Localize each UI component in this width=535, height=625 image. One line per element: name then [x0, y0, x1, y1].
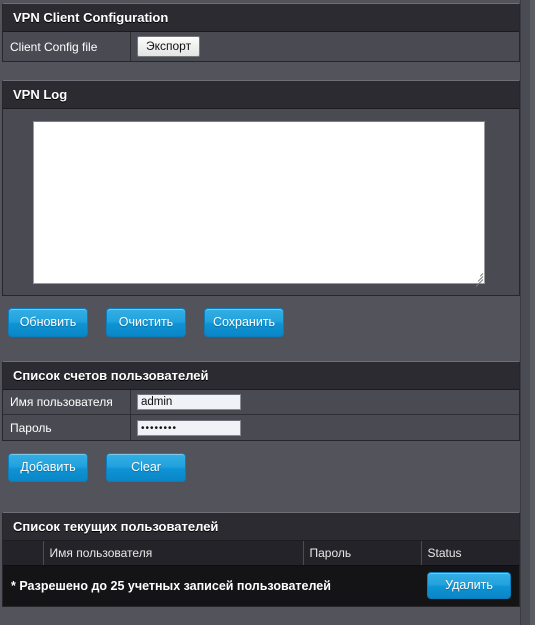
clear-form-button[interactable]: Clear	[106, 453, 186, 482]
content-column: VPN Client Configuration Client Config f…	[0, 0, 521, 607]
refresh-button[interactable]: Обновить	[8, 308, 88, 337]
resize-handle-icon[interactable]	[471, 270, 484, 287]
column-header-password: Пароль	[303, 541, 422, 566]
vpn-log-button-row: Обновить Очистить Сохранить	[0, 296, 521, 349]
panel-user-accounts: Список счетов пользователей Имя пользова…	[2, 361, 520, 441]
vpn-log-container	[3, 109, 519, 295]
column-header-status: Status	[421, 541, 519, 566]
label-username: Имя пользователя	[3, 390, 131, 414]
clear-log-button[interactable]: Очистить	[106, 308, 186, 337]
label-password: Пароль	[3, 415, 131, 440]
row-client-config-file: Client Config file Экспорт	[3, 32, 519, 61]
user-limit-note: * Разрешено до 25 учетных записей пользо…	[11, 578, 331, 593]
column-header-username: Имя пользователя	[43, 541, 304, 566]
field-password: ••••••••	[131, 415, 519, 440]
vpn-log-textarea[interactable]	[33, 121, 485, 287]
save-log-button[interactable]: Сохранить	[204, 308, 284, 337]
panel-current-users: Список текущих пользователей Имя пользов…	[2, 512, 520, 607]
panel-vpn-log: VPN Log	[2, 80, 520, 296]
right-gutter	[520, 0, 535, 625]
row-username: Имя пользователя	[3, 390, 519, 415]
page-root: VPN Client Configuration Client Config f…	[0, 0, 535, 625]
delete-user-button[interactable]: Удалить	[427, 572, 511, 599]
username-input[interactable]	[137, 394, 241, 410]
export-button[interactable]: Экспорт	[137, 36, 201, 57]
section-gap-2	[0, 349, 521, 361]
current-users-footer: * Разрешено до 25 учетных записей пользо…	[3, 566, 519, 606]
user-accounts-button-row: Добавить Clear	[0, 441, 521, 494]
panel-title-user-accounts: Список счетов пользователей	[3, 362, 519, 390]
panel-title-current-users: Список текущих пользователей	[3, 513, 519, 541]
section-gap-1	[0, 62, 521, 80]
panel-title-vpn-log: VPN Log	[3, 81, 519, 109]
add-user-button[interactable]: Добавить	[8, 453, 88, 482]
row-password: Пароль ••••••••	[3, 415, 519, 440]
scroll-strip[interactable]	[530, 0, 535, 625]
label-client-config-file: Client Config file	[3, 32, 131, 61]
field-client-config-file: Экспорт	[131, 32, 519, 61]
panel-vpn-client-configuration: VPN Client Configuration Client Config f…	[2, 3, 520, 62]
field-username	[131, 390, 519, 414]
password-input[interactable]: ••••••••	[137, 419, 241, 436]
panel-title-vpn-client-configuration: VPN Client Configuration	[3, 4, 519, 32]
table-header-row: Имя пользователя Пароль Status	[3, 541, 519, 566]
column-header-select	[3, 541, 44, 566]
current-users-table: Имя пользователя Пароль Status	[3, 541, 519, 566]
section-gap-3	[0, 494, 521, 512]
